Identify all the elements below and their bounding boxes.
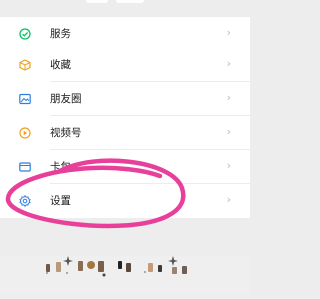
sparkle-icon — [63, 256, 73, 266]
menu-label-moments: 朋友圈 — [50, 93, 82, 105]
sticker-figure — [78, 261, 83, 271]
top-tab-right — [116, 0, 144, 3]
top-tab-left — [86, 0, 108, 3]
settings-icon — [19, 195, 31, 207]
chevron-right-icon: › — [226, 57, 231, 70]
menu-item-settings[interactable]: 设置 › — [0, 184, 250, 218]
sticker-figure — [98, 261, 104, 272]
sticker-figure — [118, 261, 122, 269]
chevron-right-icon: › — [226, 26, 231, 39]
menu-item-channels[interactable]: 视频号 › — [0, 116, 250, 150]
sticker-figure — [46, 264, 50, 272]
menu-item-service[interactable]: 服务 › — [0, 17, 250, 51]
chevron-right-icon: › — [226, 91, 231, 104]
sticker-figure — [56, 262, 61, 272]
sticker-figure — [148, 263, 153, 272]
menu-label-favorites: 收藏 — [50, 59, 71, 71]
sticker-dot — [102, 273, 106, 277]
chevron-right-icon: › — [226, 193, 231, 206]
menu-label-service: 服务 — [50, 28, 71, 40]
menu-label-settings: 设置 — [50, 195, 71, 207]
chevron-right-icon: › — [226, 125, 231, 138]
service-icon — [19, 28, 31, 40]
top-bar — [0, 0, 250, 14]
card-wallet-icon — [19, 162, 31, 172]
sticker-figure — [87, 261, 95, 269]
menu-item-moments[interactable]: 朋友圈 › — [0, 82, 250, 116]
menu-group-service: 服务 › — [0, 17, 250, 51]
sticker-figure — [182, 266, 187, 274]
menu-item-favorites[interactable]: 收藏 › — [0, 48, 250, 82]
menu-label-card-wallet: 卡包 — [50, 161, 71, 173]
sticker-banner — [0, 256, 250, 295]
menu-group-settings: 设置 › — [0, 184, 250, 218]
favorites-icon — [19, 59, 31, 71]
sparkle-icon — [168, 256, 178, 266]
menu-label-channels: 视频号 — [50, 127, 82, 139]
sticker-figure — [158, 265, 162, 272]
moments-icon — [19, 93, 31, 105]
channels-icon — [19, 127, 31, 139]
sticker-decoration — [46, 256, 187, 277]
sticker-figure — [126, 263, 131, 272]
chevron-right-icon: › — [226, 159, 231, 172]
menu-item-card-wallet[interactable]: 卡包 › — [0, 150, 250, 184]
sticker-figure — [172, 267, 177, 274]
